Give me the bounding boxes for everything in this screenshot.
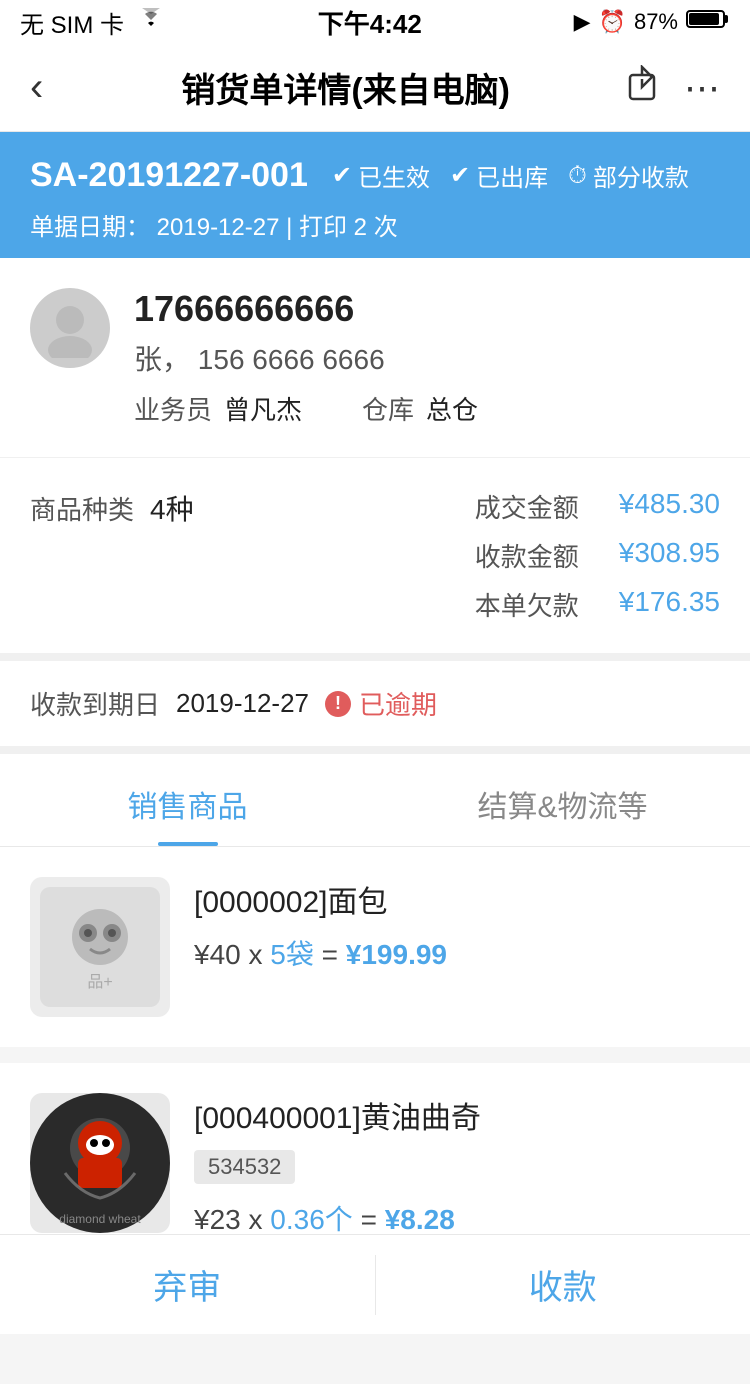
status-bar-right: ▶ ⏰ 87% [574, 8, 730, 36]
battery-icon [686, 8, 730, 36]
date-label: 单据日期： [30, 214, 150, 241]
product-price-cookie: ¥23 x 0.36个 = ¥8.28 [194, 1198, 720, 1238]
products-section: 品+ [0000002]面包 ¥40 x 5袋 = ¥199.99 [0, 847, 750, 1268]
due-section: 收款到期日 2019-12-27 ! 已逾期 [0, 661, 750, 754]
tab-settlement[interactable]: 结算&物流等 [375, 754, 750, 846]
customer-section: 17666666666 张， 156 6666 6666 业务员 曾凡杰 仓库 … [0, 258, 750, 458]
product-price-bread: ¥40 x 5袋 = ¥199.99 [194, 933, 720, 973]
order-header: SA-20191227-001 ✔ 已生效 ✔ 已出库 ⏱ 部分收款 单据日期：… [0, 132, 750, 258]
product-total-cookie: ¥8.28 [385, 1204, 455, 1235]
nav-bar: ‹ 销货单详情(来自电脑) ⋯ [0, 44, 750, 132]
location-icon: ▶ [574, 9, 591, 35]
more-icon[interactable]: ⋯ [684, 67, 720, 109]
customer-info: 17666666666 张， 156 6666 6666 业务员 曾凡杰 仓库 … [134, 288, 720, 427]
debt-value: ¥176.35 [619, 586, 720, 623]
product-image-cookie: diamond wheat [30, 1093, 170, 1233]
product-qty-cookie: 0.36个 [270, 1204, 353, 1235]
check-icon-2: ✔ [450, 161, 470, 190]
status-badges: ✔ 已生效 ✔ 已出库 ⏱ 部分收款 [332, 158, 689, 193]
nav-actions: ⋯ [628, 65, 720, 110]
overdue-text: 已逾期 [359, 685, 437, 722]
page-title: 销货单详情(来自电脑) [63, 63, 628, 112]
alarm-icon: ⏰ [599, 9, 626, 35]
product-name-cookie: [000400001]黄油曲奇 [194, 1093, 720, 1137]
wifi-icon [136, 8, 166, 37]
collect-payment-button[interactable]: 收款 [376, 1240, 750, 1329]
svg-text:diamond wheat: diamond wheat [59, 1212, 141, 1226]
customer-phone: 张， 156 6666 6666 [134, 338, 720, 378]
carrier-text: 无 SIM 卡 [20, 5, 124, 40]
badge-shipped: ✔ 已出库 [450, 158, 548, 193]
overdue-icon: ! [325, 691, 351, 717]
order-date: 2019-12-27 [157, 214, 280, 241]
product-image-bread: 品+ [30, 877, 170, 1017]
transaction-value: ¥485.30 [619, 488, 720, 525]
status-bar-left: 无 SIM 卡 [20, 5, 166, 40]
salesperson-label: 业务员 [134, 390, 212, 427]
due-date: 2019-12-27 [176, 688, 309, 719]
tabs-section: 销售商品 结算&物流等 [0, 754, 750, 847]
status-bar: 无 SIM 卡 下午4:42 ▶ ⏰ 87% [0, 0, 750, 44]
transaction-row: 成交金额 ¥485.30 [475, 488, 720, 525]
stats-section: 商品种类 4种 成交金额 ¥485.30 收款金额 ¥308.95 本单欠款 ¥… [0, 458, 750, 661]
financial-stats: 成交金额 ¥485.30 收款金额 ¥308.95 本单欠款 ¥176.35 [475, 488, 720, 623]
salesperson-item: 业务员 曾凡杰 [134, 390, 302, 427]
print-text: | 打印 2 次 [286, 214, 398, 241]
customer-id: 17666666666 [134, 288, 720, 330]
check-icon-1: ✔ [332, 161, 352, 190]
battery-text: 87% [634, 9, 678, 35]
product-qty-bread: 5袋 [270, 939, 314, 970]
warehouse-item: 仓库 总仓 [362, 390, 478, 427]
due-label: 收款到期日 [30, 685, 160, 722]
product-details-cookie: [000400001]黄油曲奇 534532 ¥23 x 0.36个 = ¥8.… [194, 1093, 720, 1238]
product-types: 商品种类 4种 [30, 488, 194, 528]
product-total-bread: ¥199.99 [346, 939, 447, 970]
product-name-bread: [0000002]面包 [194, 877, 720, 921]
tab-sales-products[interactable]: 销售商品 [0, 754, 375, 846]
discard-review-button[interactable]: 弃审 [0, 1240, 375, 1329]
bottom-bar: 弃审 收款 [0, 1234, 750, 1334]
warehouse-value: 总仓 [426, 390, 478, 427]
back-button[interactable]: ‹ [30, 65, 43, 110]
types-value: 4种 [150, 488, 194, 528]
clock-icon: ⏱ [568, 162, 587, 190]
order-id: SA-20191227-001 [30, 156, 308, 195]
product-details-bread: [0000002]面包 ¥40 x 5袋 = ¥199.99 [194, 877, 720, 973]
received-row: 收款金额 ¥308.95 [475, 537, 720, 574]
types-label: 商品种类 [30, 490, 134, 527]
badge-partial: ⏱ 部分收款 [568, 158, 689, 193]
share-icon[interactable] [628, 65, 664, 110]
overdue-badge: ! 已逾期 [325, 685, 437, 722]
warehouse-label: 仓库 [362, 390, 414, 427]
product-item: 品+ [0000002]面包 ¥40 x 5袋 = ¥199.99 [0, 847, 750, 1047]
product-tag-cookie: 534532 [194, 1150, 295, 1184]
debt-label: 本单欠款 [475, 586, 579, 623]
received-value: ¥308.95 [619, 537, 720, 574]
received-label: 收款金额 [475, 537, 579, 574]
debt-row: 本单欠款 ¥176.35 [475, 586, 720, 623]
order-header-top: SA-20191227-001 ✔ 已生效 ✔ 已出库 ⏱ 部分收款 [30, 156, 720, 195]
customer-meta: 业务员 曾凡杰 仓库 总仓 [134, 390, 720, 427]
badge-effective: ✔ 已生效 [332, 158, 430, 193]
avatar [30, 288, 110, 368]
status-bar-time: 下午4:42 [318, 4, 422, 41]
order-date-line: 单据日期： 2019-12-27 | 打印 2 次 [30, 207, 720, 242]
transaction-label: 成交金额 [475, 488, 579, 525]
salesperson-value: 曾凡杰 [224, 390, 302, 427]
svg-text:品+: 品+ [87, 974, 112, 991]
